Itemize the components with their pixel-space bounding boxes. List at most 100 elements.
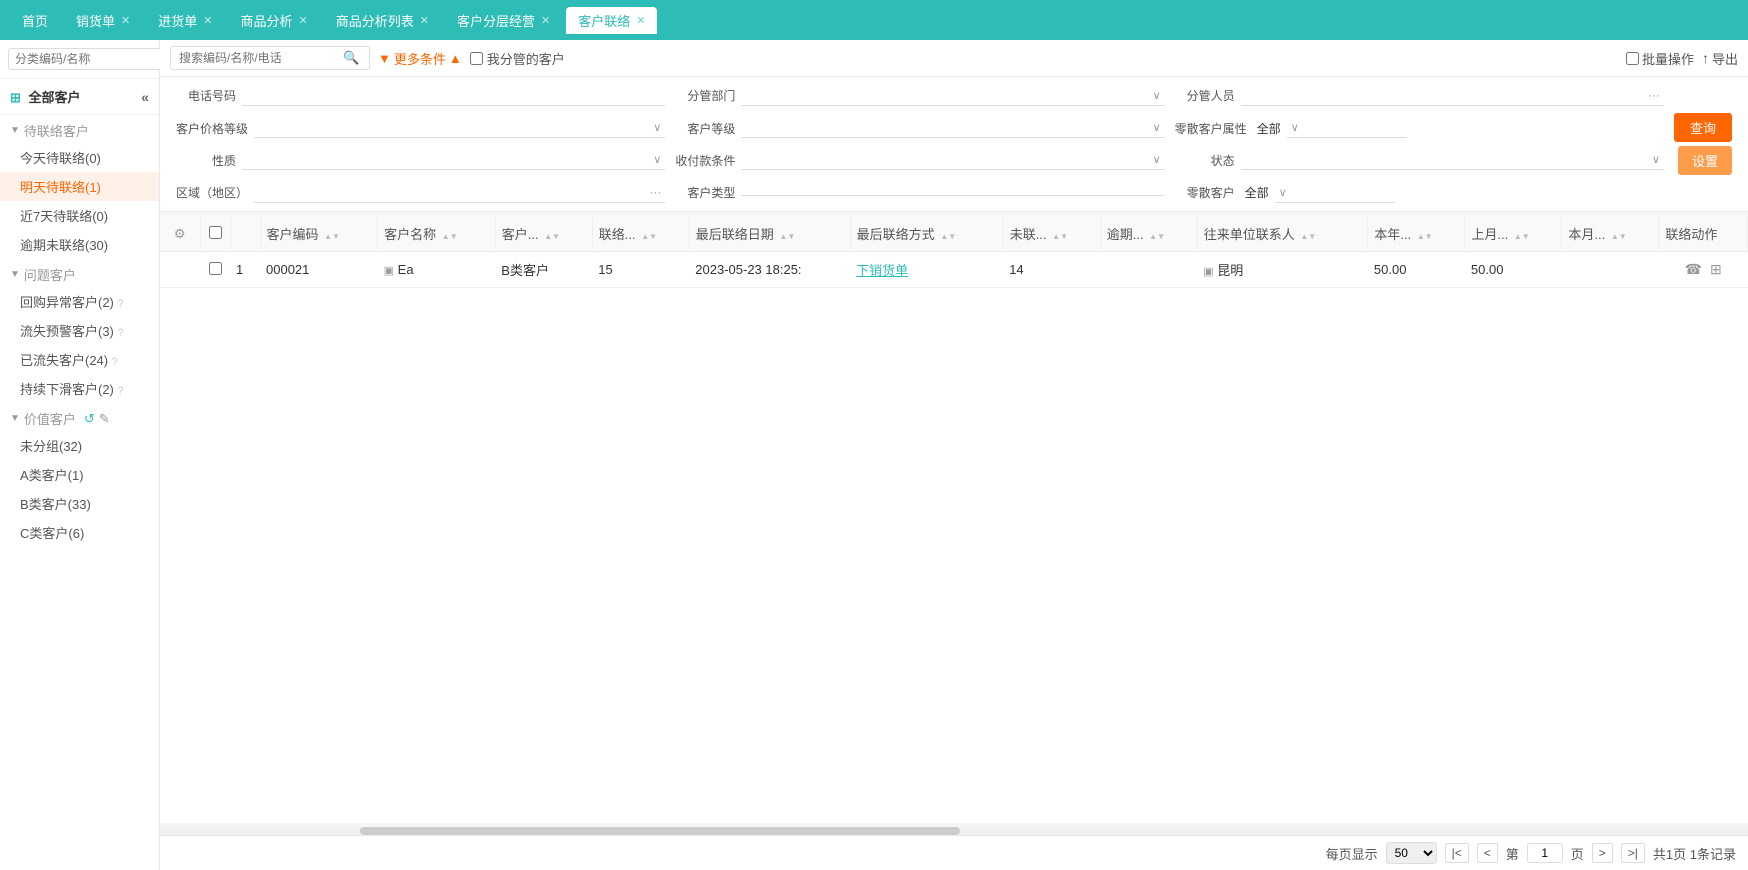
qr-icon[interactable]: ⊞ (1710, 261, 1722, 278)
filter-customer-type-select[interactable] (741, 189, 1164, 196)
page-prev-btn[interactable]: < (1477, 843, 1498, 863)
chevron-down-icon-retail-attr: ∨ (1291, 121, 1299, 134)
gear-icon-header[interactable]: ⚙ (174, 226, 186, 241)
filter-phone-input[interactable] (242, 85, 665, 106)
batch-op-btn[interactable]: 批量操作 (1626, 49, 1694, 68)
filter-phone-label: 电话号码 (176, 87, 236, 104)
col-customer-code[interactable]: 客户编码 ▲▼ (260, 216, 378, 252)
sidebar-item-today[interactable]: 今天待联络(0) (0, 143, 159, 172)
page-first-btn[interactable]: |< (1445, 843, 1469, 863)
nav-product-analysis-close[interactable]: ✕ (299, 14, 308, 27)
select-all-checkbox[interactable] (209, 226, 222, 239)
dots-icon-person[interactable]: ··· (1648, 88, 1660, 102)
scrollbar-thumb[interactable] (360, 827, 960, 835)
sidebar-item-repurchase-abnormal[interactable]: 回购异常客户(2) ? (0, 287, 159, 316)
col-customer-name[interactable]: 客户名称 ▲▼ (378, 216, 496, 252)
col-contact-count[interactable]: 联络... ▲▼ (592, 216, 689, 252)
col-last-month[interactable]: 上月... ▲▼ (1465, 216, 1562, 252)
search-icon[interactable]: 🔍 (343, 50, 359, 66)
row-checkbox[interactable] (209, 262, 222, 275)
cell-this-year: 50.00 (1368, 252, 1465, 288)
filter-retail-attr-select[interactable]: ∨ (1287, 118, 1407, 138)
sidebar-item-churned[interactable]: 已流失客户(24) ? (0, 345, 159, 374)
query-btn[interactable]: 查询 (1674, 113, 1732, 142)
contact-method-link[interactable]: 下销货单 (856, 263, 908, 278)
nav-product-analysis-list[interactable]: 商品分析列表 ✕ (324, 7, 441, 34)
cell-code: 000021 (260, 252, 378, 288)
sidebar-item-b-class[interactable]: B类客户(33) (0, 489, 159, 518)
nav-purchase[interactable]: 进货单 ✕ (146, 7, 224, 34)
filter-payment-terms-select[interactable]: ∨ (741, 150, 1164, 170)
col-last-contact-method[interactable]: 最后联络方式 ▲▼ (850, 216, 1003, 252)
cell-name[interactable]: ▣ Ea (378, 252, 496, 288)
nav-home[interactable]: 首页 (10, 7, 60, 34)
filter-division-person: 分管人员 ··· (1175, 85, 1664, 106)
nav-customer-contact-close[interactable]: ✕ (636, 14, 645, 27)
sidebar-item-churn-warning[interactable]: 流失预警客户(3) ? (0, 316, 159, 345)
settings-btn[interactable]: 设置 (1678, 146, 1732, 175)
page-size-label: 每页显示 (1326, 844, 1378, 863)
filter-row-3: 性质 ∨ 收付款条件 ∨ (176, 150, 1664, 170)
sort-arrows-date: ▲▼ (779, 233, 795, 241)
nav-product-analysis[interactable]: 商品分析 ✕ (228, 7, 319, 34)
col-uncontacted[interactable]: 未联... ▲▼ (1003, 216, 1100, 252)
filter-phone: 电话号码 (176, 85, 665, 106)
phone-icon[interactable]: ☎ (1685, 261, 1702, 278)
edit-icon[interactable]: ✎ (99, 411, 110, 427)
sidebar-search-input[interactable] (8, 48, 177, 70)
sidebar-item-tomorrow[interactable]: 明天待联络(1) (0, 172, 159, 201)
col-this-year[interactable]: 本年... ▲▼ (1368, 216, 1465, 252)
filter-gender-select[interactable]: ∨ (242, 150, 665, 170)
nav-customer-layer-close[interactable]: ✕ (541, 14, 550, 27)
batch-op-checkbox[interactable] (1626, 52, 1639, 65)
sidebar-collapse-btn[interactable]: « (141, 89, 149, 105)
nav-customer-contact[interactable]: 客户联络 ✕ (566, 7, 657, 34)
triangle-icon-pending: ▼ (10, 125, 20, 136)
export-btn[interactable]: ↑ 导出 (1702, 49, 1738, 68)
my-customer-checkbox[interactable] (470, 52, 483, 65)
filter-region-select[interactable]: ··· (254, 182, 665, 203)
scrollbar-area[interactable] (160, 827, 1748, 835)
filter-retail-customer-select[interactable]: ∨ (1275, 183, 1395, 203)
filter-division-dept-select[interactable]: ∨ (741, 86, 1164, 106)
sidebar-item-a-class[interactable]: A类客户(1) (0, 460, 159, 489)
sidebar-item-c-class[interactable]: C类客户(6) (0, 518, 159, 547)
col-customer-type[interactable]: 客户... ▲▼ (495, 216, 592, 252)
table-header-row: ⚙ 客户编码 ▲▼ 客户名称 ▲▼ (160, 216, 1748, 252)
sidebar-item-declining[interactable]: 持续下滑客户(2) ? (0, 374, 159, 403)
col-unit-contact[interactable]: 往来单位联系人 ▲▼ (1197, 216, 1368, 252)
nav-customer-layer[interactable]: 客户分层经营 ✕ (445, 7, 562, 34)
nav-sales-close[interactable]: ✕ (121, 14, 130, 27)
dots-icon-region[interactable]: ··· (649, 185, 661, 199)
nav-product-analysis-list-close[interactable]: ✕ (420, 14, 429, 27)
filter-division-person-select[interactable]: ··· (1241, 85, 1664, 106)
page-next-btn[interactable]: > (1592, 843, 1613, 863)
col-this-month[interactable]: 本月... ▲▼ (1562, 216, 1659, 252)
col-last-contact-date[interactable]: 最后联络日期 ▲▼ (689, 216, 850, 252)
page-size-select[interactable]: 50 100 200 (1386, 842, 1437, 864)
refresh-icon[interactable]: ↺ (84, 411, 95, 427)
cell-settings (160, 252, 200, 288)
sidebar-item-overdue[interactable]: 逾期未联络(30) (0, 230, 159, 259)
page-input[interactable] (1527, 843, 1563, 863)
filter-price-level-select[interactable]: ∨ (254, 118, 665, 138)
filter-status-select[interactable]: ∨ (1241, 150, 1664, 170)
cell-method[interactable]: 下销货单 (850, 252, 1003, 288)
sidebar-item-ungrouped[interactable]: 未分组(32) (0, 431, 159, 460)
col-overdue[interactable]: 逾期... ▲▼ (1100, 216, 1197, 252)
sidebar-all-customers-header[interactable]: ⊞ 全部客户 « (0, 79, 159, 115)
sidebar-item-7days[interactable]: 近7天待联络(0) (0, 201, 159, 230)
cell-checkbox[interactable] (200, 252, 230, 288)
my-customer-check[interactable]: 我分管的客户 (470, 49, 565, 68)
filter-row-4: 区域（地区） ··· 客户类型 (176, 182, 1664, 203)
nav-purchase-close[interactable]: ✕ (203, 14, 212, 27)
search-input[interactable] (179, 51, 339, 65)
filter-retail-attr-value: 全部 (1257, 120, 1281, 137)
page-last-btn[interactable]: >| (1621, 843, 1645, 863)
nav-sales[interactable]: 销货单 ✕ (64, 7, 142, 34)
more-filter-btn[interactable]: ▼ 更多条件 ▲ (378, 49, 462, 68)
nav-product-analysis-list-label: 商品分析列表 (336, 11, 414, 30)
filter-customer-level-select[interactable]: ∨ (741, 118, 1164, 138)
col-settings[interactable]: ⚙ (160, 216, 200, 252)
triangle-icon-value: ▼ (10, 413, 20, 424)
